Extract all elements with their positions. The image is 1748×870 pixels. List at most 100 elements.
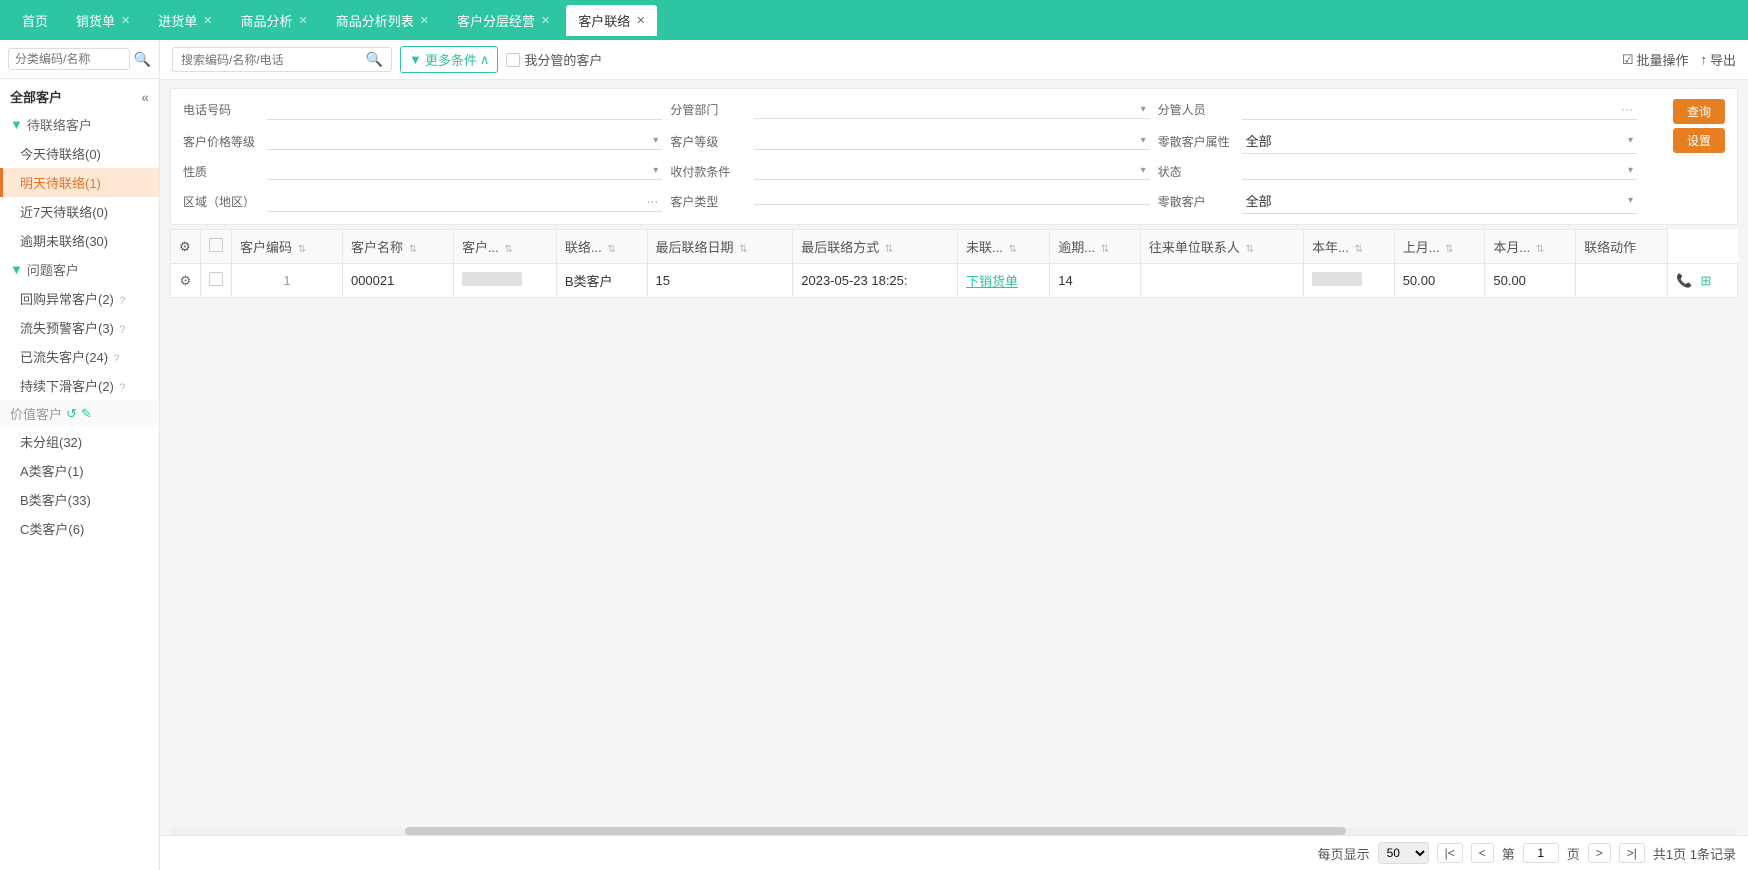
filter-nature-cell: 性质 ▾ <box>183 162 662 180</box>
close-icon[interactable]: ✕ <box>121 14 130 27</box>
chevron-down-icon: ▾ <box>653 165 658 176</box>
th-customer-code[interactable]: 客户编码 ⇅ <box>232 230 343 264</box>
th-last-month[interactable]: 上月... ⇅ <box>1394 230 1485 264</box>
filter-retail-customer-label: 零散客户 <box>1158 193 1238 210</box>
sidebar-item-overdue-pending[interactable]: 逾期未联络(30) <box>0 226 159 255</box>
sidebar-item-week-pending[interactable]: 近7天待联络(0) <box>0 197 159 226</box>
help-icon[interactable]: ? <box>119 295 125 307</box>
batch-operation-button[interactable]: ☑ 批量操作 <box>1622 50 1689 69</box>
row-last-contact-type[interactable]: 下销货单 <box>957 264 1049 298</box>
scrollbar-thumb[interactable] <box>405 827 1346 835</box>
grid-icon[interactable]: ⊞ <box>1700 273 1711 289</box>
sidebar-group-pending[interactable]: ▼ 待联络客户 <box>0 110 159 139</box>
table-row: ⚙ 1 000021 B类客户 15 2023-05-23 18:25: 下销货… <box>171 264 1738 298</box>
filter-region-select[interactable]: ··· <box>267 191 662 212</box>
sidebar-item-declining[interactable]: 持续下滑客户(2) ? <box>0 371 159 400</box>
nav-purchase-order[interactable]: 进货单 ✕ <box>146 5 224 36</box>
page-number-input[interactable] <box>1523 843 1559 863</box>
more-icon[interactable]: ··· <box>646 194 658 208</box>
sidebar-item-class-b[interactable]: B类客户(33) <box>0 485 159 514</box>
sidebar-item-today-pending[interactable]: 今天待联络(0) <box>0 139 159 168</box>
prev-page-button[interactable]: < <box>1471 843 1494 863</box>
more-icon[interactable]: ··· <box>1621 102 1633 116</box>
next-page-button[interactable]: > <box>1588 843 1611 863</box>
th-unlocked[interactable]: 未联... ⇅ <box>957 230 1049 264</box>
horizontal-scrollbar[interactable] <box>170 827 1738 835</box>
filter-payment-select[interactable]: ▾ <box>754 162 1149 180</box>
my-customers-checkbox-area[interactable]: 我分管的客户 <box>506 50 602 69</box>
per-page-select[interactable]: 50 100 <box>1378 842 1429 864</box>
nav-sales-order[interactable]: 销货单 ✕ <box>64 5 142 36</box>
sidebar-all-customers[interactable]: 全部客户 « <box>0 79 159 110</box>
sidebar-item-tomorrow-pending[interactable]: 明天待联络(1) <box>0 168 159 197</box>
row-unlocked: 14 <box>1050 264 1141 298</box>
my-customers-checkbox[interactable] <box>506 53 520 67</box>
filter-nature-select[interactable]: ▾ <box>267 162 662 180</box>
nav-customer-segmentation[interactable]: 客户分层经营 ✕ <box>445 5 562 36</box>
help-icon[interactable]: ? <box>113 353 119 365</box>
row-this-year: 50.00 <box>1394 264 1485 298</box>
filter-retail-attr-select[interactable]: 全部 ▾ <box>1242 128 1637 154</box>
th-contact-person[interactable]: 往来单位联系人 ⇅ <box>1140 230 1303 264</box>
sidebar-item-churned[interactable]: 已流失客户(24) ? <box>0 342 159 371</box>
sidebar-item-class-a[interactable]: A类客户(1) <box>0 456 159 485</box>
row-name[interactable] <box>453 264 556 298</box>
filter-customer-grade-select[interactable]: ▾ <box>754 132 1149 150</box>
filter-manager-select[interactable]: ··· <box>1242 99 1637 120</box>
close-icon[interactable]: ✕ <box>636 14 645 27</box>
phone-icon[interactable]: 📞 <box>1676 273 1692 289</box>
sidebar-search-icon[interactable]: 🔍 <box>134 51 151 68</box>
sidebar-item-class-c[interactable]: C类客户(6) <box>0 514 159 543</box>
nav-product-analysis-list[interactable]: 商品分析列表 ✕ <box>324 5 441 36</box>
th-last-contact-type[interactable]: 最后联络方式 ⇅ <box>793 230 958 264</box>
filter-price-level-select[interactable]: ▾ <box>267 132 662 150</box>
filter-customer-grade-label: 客户等级 <box>670 133 750 150</box>
first-page-button[interactable]: |< <box>1437 843 1463 863</box>
filter-retail-customer-select[interactable]: 全部 ▾ <box>1242 188 1637 214</box>
th-this-year[interactable]: 本年... ⇅ <box>1304 230 1395 264</box>
filter-phone-input[interactable] <box>267 99 662 120</box>
th-customer-type[interactable]: 客户... ⇅ <box>453 230 556 264</box>
table-body: ⚙ 1 000021 B类客户 15 2023-05-23 18:25: 下销货… <box>171 264 1738 298</box>
sidebar-group-problem[interactable]: ▼ 问题客户 <box>0 255 159 284</box>
edit-icon[interactable]: ✎ <box>81 406 92 422</box>
th-customer-name[interactable]: 客户名称 ⇅ <box>342 230 453 264</box>
filter-dept-select[interactable]: ▾ <box>754 101 1149 119</box>
sidebar-item-repurchase-anomaly[interactable]: 回购异常客户(2) ? <box>0 284 159 313</box>
nav-customer-contact[interactable]: 客户联络 ✕ <box>566 5 657 36</box>
filter-customer-type-select[interactable] <box>754 198 1149 205</box>
filter-dept-cell: 分管部门 ▾ <box>670 101 1149 119</box>
sidebar-group-value[interactable]: 价值客户 ↺ ✎ <box>0 400 159 427</box>
th-this-month[interactable]: 本月... ⇅ <box>1485 230 1576 264</box>
close-icon[interactable]: ✕ <box>420 14 429 27</box>
search-icon[interactable]: 🔍 <box>366 51 383 68</box>
filter-status-select[interactable]: ▾ <box>1242 162 1637 180</box>
more-filter-button[interactable]: ▼ 更多条件 ∧ <box>400 46 498 73</box>
th-last-contact-date[interactable]: 最后联络日期 ⇅ <box>647 230 793 264</box>
gear-icon[interactable]: ⚙ <box>179 239 191 254</box>
sidebar-search-input[interactable] <box>8 48 130 70</box>
nav-home[interactable]: 首页 <box>10 5 60 36</box>
sidebar-collapse-icon[interactable]: « <box>141 89 149 105</box>
close-icon[interactable]: ✕ <box>203 14 212 27</box>
query-button[interactable]: 查询 <box>1673 99 1725 124</box>
th-contact-count[interactable]: 联络... ⇅ <box>556 230 647 264</box>
last-page-button[interactable]: >| <box>1619 843 1645 863</box>
nav-product-analysis[interactable]: 商品分析 ✕ <box>228 5 319 36</box>
filter-status-label: 状态 <box>1158 163 1238 180</box>
export-button[interactable]: ↑ 导出 <box>1700 50 1736 69</box>
refresh-icon[interactable]: ↺ <box>66 406 77 422</box>
sidebar-item-churn-warning[interactable]: 流失预警客户(3) ? <box>0 313 159 342</box>
search-input[interactable] <box>181 53 366 67</box>
help-icon[interactable]: ? <box>119 382 125 394</box>
help-icon[interactable]: ? <box>119 324 125 336</box>
row-select-checkbox[interactable] <box>209 272 223 286</box>
close-icon[interactable]: ✕ <box>299 14 308 27</box>
close-icon[interactable]: ✕ <box>541 14 550 27</box>
page-suffix: 页 <box>1567 844 1580 863</box>
select-all-checkbox[interactable] <box>209 238 223 252</box>
sidebar-item-ungrouped[interactable]: 未分组(32) <box>0 427 159 456</box>
th-gear[interactable]: ⚙ <box>171 230 201 264</box>
settings-button[interactable]: 设置 <box>1673 128 1725 153</box>
th-overdue[interactable]: 逾期... ⇅ <box>1050 230 1141 264</box>
